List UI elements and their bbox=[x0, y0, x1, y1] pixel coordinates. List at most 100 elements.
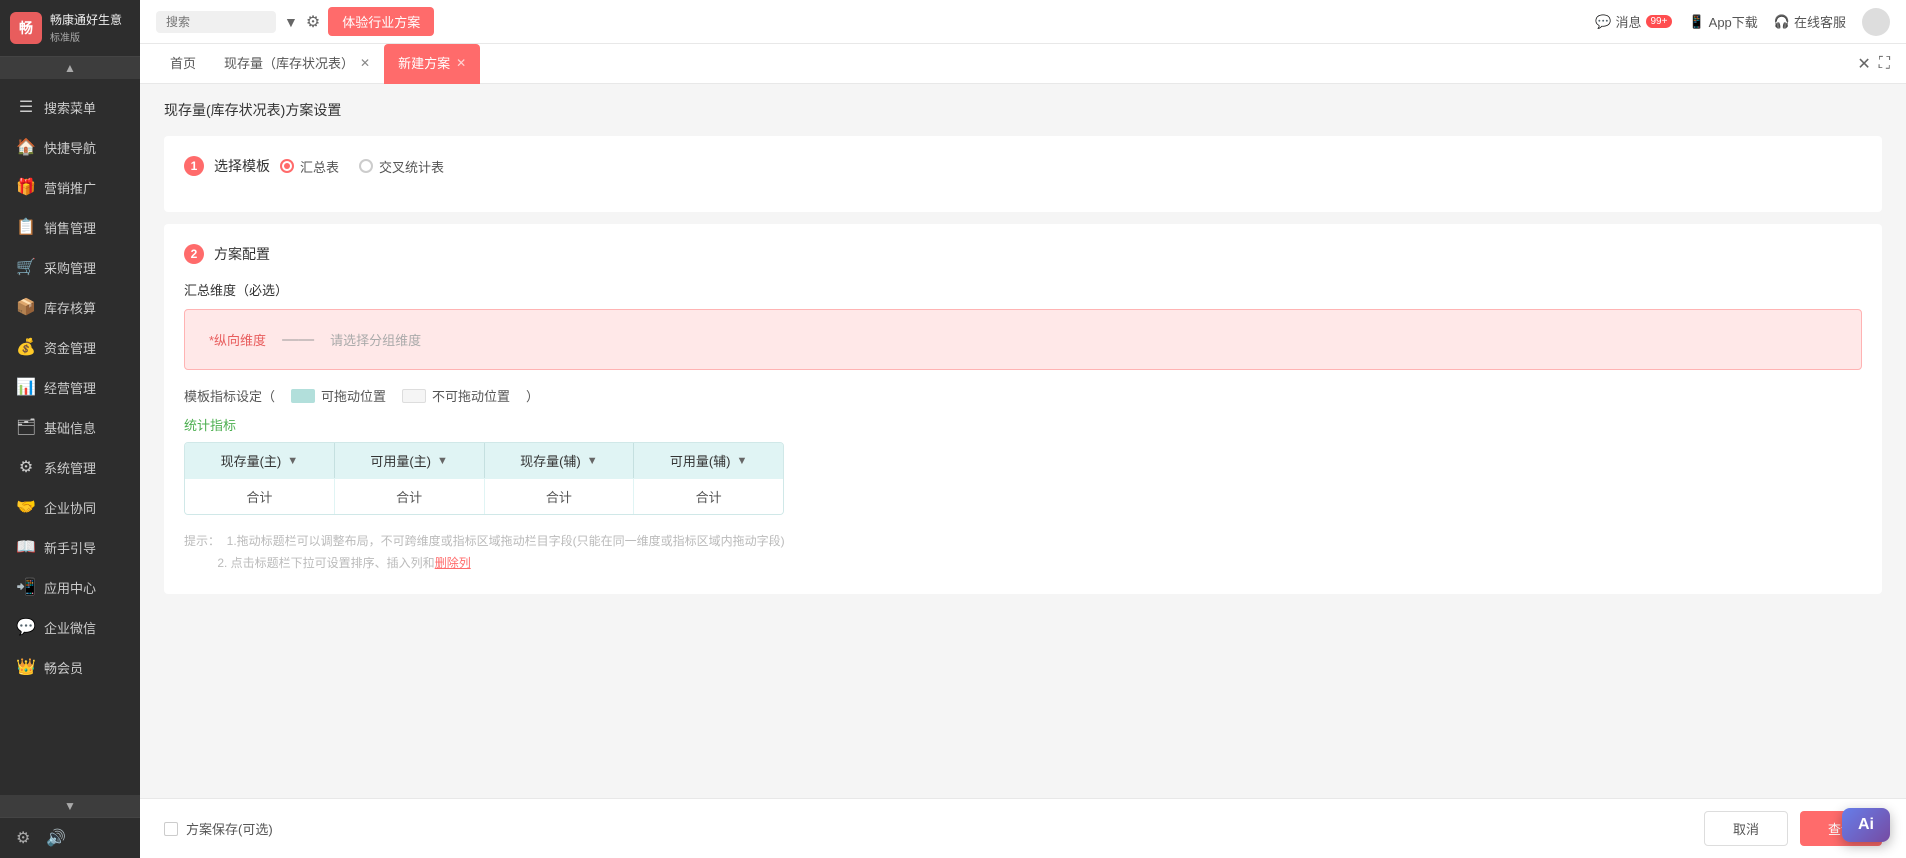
radio-summary[interactable]: 汇总表 bbox=[280, 157, 339, 176]
non-draggable-legend-box bbox=[402, 389, 426, 403]
save-option[interactable]: 方案保存(可选) bbox=[164, 819, 273, 838]
sidebar-label-member: 畅会员 bbox=[44, 658, 83, 677]
headset-icon: 🎧 bbox=[1774, 14, 1790, 30]
header-label-0: 现存量(主) bbox=[221, 451, 282, 470]
radio-summary-label: 汇总表 bbox=[300, 157, 339, 176]
section-choose-template: 1 选择模板 汇总表 交叉统计表 bbox=[164, 136, 1882, 212]
sidebar-item-system[interactable]: ⚙ 系统管理 bbox=[0, 447, 140, 487]
tab-inventory-status-close[interactable]: ✕ bbox=[360, 56, 370, 70]
help-footer-icon[interactable]: 🔊 bbox=[46, 828, 66, 848]
tab-home[interactable]: 首页 bbox=[156, 44, 210, 84]
cancel-button[interactable]: 取消 bbox=[1704, 811, 1788, 846]
sidebar-scroll-down[interactable]: ▼ bbox=[0, 795, 140, 817]
stats-table-row-0: 合计 合计 合计 合计 bbox=[185, 478, 783, 514]
tab-inventory-status-label: 现存量（库存状况表） bbox=[224, 53, 354, 72]
cell-0-3: 合计 bbox=[634, 479, 783, 514]
app-download-icon: 📱 bbox=[1688, 14, 1704, 30]
sidebar-label-system: 系统管理 bbox=[44, 458, 96, 477]
sidebar-item-basic-info[interactable]: 🗂 基础信息 bbox=[0, 407, 140, 447]
user-avatar[interactable] bbox=[1862, 8, 1890, 36]
header-dropdown-0[interactable]: ▼ bbox=[287, 455, 298, 467]
tips-section: 提示： 1.拖动标题栏可以调整布局，不可跨维度或指标区域拖动栏目字段(只能在同一… bbox=[184, 531, 1862, 574]
header-dropdown-2[interactable]: ▼ bbox=[587, 455, 598, 467]
section2-title: 方案配置 bbox=[214, 244, 270, 264]
sidebar-item-sales[interactable]: 📋 销售管理 bbox=[0, 207, 140, 247]
tab-new-plan-close[interactable]: ✕ bbox=[456, 56, 466, 70]
section1-title: 选择模板 bbox=[214, 156, 270, 176]
radio-cross[interactable]: 交叉统计表 bbox=[359, 157, 444, 176]
settings-footer-icon[interactable]: ⚙ bbox=[16, 828, 30, 848]
tab-close-button[interactable]: ✕ bbox=[1857, 54, 1870, 74]
topbar-left: ▼ ⚙ 体验行业方案 bbox=[156, 7, 434, 36]
sidebar-item-purchase[interactable]: 🛒 采购管理 bbox=[0, 247, 140, 287]
sidebar-logo: 畅 畅康通好生意 标准版 bbox=[0, 0, 140, 57]
trial-button[interactable]: 体验行业方案 bbox=[328, 7, 434, 36]
header-dropdown-1[interactable]: ▼ bbox=[437, 455, 448, 467]
tab-controls: ✕ ⛶ bbox=[1857, 54, 1890, 74]
header-cell-0[interactable]: 现存量(主) ▼ bbox=[185, 443, 335, 478]
sidebar-label-enterprise: 企业协同 bbox=[44, 498, 96, 517]
messages-button[interactable]: 💬 消息 99+ bbox=[1595, 12, 1672, 31]
guide-icon: 📖 bbox=[16, 537, 36, 557]
member-icon: 👑 bbox=[16, 657, 36, 677]
sidebar-item-quick-nav[interactable]: 🏠 快捷导航 bbox=[0, 127, 140, 167]
cell-0-1: 合计 bbox=[335, 479, 485, 514]
sidebar-item-inventory[interactable]: 📦 库存核算 bbox=[0, 287, 140, 327]
sales-icon: 📋 bbox=[16, 217, 36, 237]
sidebar: 畅 畅康通好生意 标准版 ▲ ☰ 搜索菜单 🏠 快捷导航 🎁 营销推广 📋 销售… bbox=[0, 0, 140, 858]
online-service-button[interactable]: 🎧 在线客服 bbox=[1774, 12, 1846, 31]
header-label-3: 可用量(辅) bbox=[670, 451, 731, 470]
header-cell-2[interactable]: 现存量(辅) ▼ bbox=[485, 443, 635, 478]
sidebar-label-quick-nav: 快捷导航 bbox=[44, 138, 96, 157]
tip-1: 2. 点击标题栏下拉可设置排序、插入列和删除列 bbox=[184, 553, 1862, 575]
tip-0: 提示： 1.拖动标题栏可以调整布局，不可跨维度或指标区域拖动栏目字段(只能在同一… bbox=[184, 531, 1862, 553]
sidebar-item-operations[interactable]: 📊 经营管理 bbox=[0, 367, 140, 407]
dimension-placeholder: 请选择分组维度 bbox=[330, 330, 421, 349]
sidebar-scroll-up[interactable]: ▲ bbox=[0, 57, 140, 79]
stats-label: 统计指标 bbox=[184, 415, 1862, 434]
gift-icon: 🎁 bbox=[16, 177, 36, 197]
sidebar-label-finance: 资金管理 bbox=[44, 338, 96, 357]
header-dropdown-3[interactable]: ▼ bbox=[737, 455, 748, 467]
sidebar-label-sales: 销售管理 bbox=[44, 218, 96, 237]
section2-number: 2 bbox=[184, 244, 204, 264]
search-input[interactable] bbox=[156, 11, 276, 33]
enterprise-icon: 🤝 bbox=[16, 497, 36, 517]
section2-header: 2 方案配置 bbox=[184, 244, 1862, 264]
sidebar-item-enterprise[interactable]: 🤝 企业协同 bbox=[0, 487, 140, 527]
app-download-button[interactable]: 📱 App下载 bbox=[1688, 12, 1757, 31]
header-label-1: 可用量(主) bbox=[370, 451, 431, 470]
indicator-legend-label: 模板指标设定（ bbox=[184, 386, 275, 405]
basic-info-icon: 🗂 bbox=[16, 417, 36, 437]
sidebar-label-app-center: 应用中心 bbox=[44, 578, 96, 597]
sidebar-footer: ⚙ 🔊 bbox=[0, 817, 140, 858]
sidebar-nav: ☰ 搜索菜单 🏠 快捷导航 🎁 营销推广 📋 销售管理 🛒 采购管理 📦 库存核… bbox=[0, 79, 140, 795]
sidebar-label-operations: 经营管理 bbox=[44, 378, 96, 397]
radio-cross-label: 交叉统计表 bbox=[379, 157, 444, 176]
header-cell-3[interactable]: 可用量(辅) ▼ bbox=[634, 443, 783, 478]
sidebar-item-marketing[interactable]: 🎁 营销推广 bbox=[0, 167, 140, 207]
system-icon: ⚙ bbox=[16, 457, 36, 477]
topbar-dropdown-button[interactable]: ▼ bbox=[284, 14, 298, 30]
sidebar-item-finance[interactable]: 💰 资金管理 bbox=[0, 327, 140, 367]
header-cell-1[interactable]: 可用量(主) ▼ bbox=[335, 443, 485, 478]
ai-button[interactable]: Ai bbox=[1842, 808, 1890, 842]
sidebar-label-purchase: 采购管理 bbox=[44, 258, 96, 277]
sidebar-item-member[interactable]: 👑 畅会员 bbox=[0, 647, 140, 687]
tab-new-plan[interactable]: 新建方案 ✕ bbox=[384, 44, 480, 84]
tab-inventory-status[interactable]: 现存量（库存状况表） ✕ bbox=[210, 44, 384, 84]
stats-table: 现存量(主) ▼ 可用量(主) ▼ 现存量(辅) ▼ 可用量(辅) ▼ bbox=[184, 442, 784, 515]
delete-col-link[interactable]: 删除列 bbox=[435, 556, 471, 570]
tab-expand-button[interactable]: ⛶ bbox=[1879, 54, 1890, 74]
sidebar-item-app-center[interactable]: 📲 应用中心 bbox=[0, 567, 140, 607]
dimension-area[interactable]: *纵向维度 —— 请选择分组维度 bbox=[184, 309, 1862, 370]
home-icon: 🏠 bbox=[16, 137, 36, 157]
sidebar-item-new-guide[interactable]: 📖 新手引导 bbox=[0, 527, 140, 567]
page-content: 现存量(库存状况表)方案设置 1 选择模板 汇总表 交叉统计表 bbox=[140, 84, 1906, 798]
radio-dot-cross bbox=[359, 159, 373, 173]
sidebar-item-search-menu[interactable]: ☰ 搜索菜单 bbox=[0, 87, 140, 127]
legend-non-draggable: 不可拖动位置 bbox=[402, 386, 510, 405]
save-checkbox[interactable] bbox=[164, 822, 178, 836]
sidebar-item-enterprise-wechat[interactable]: 💬 企业微信 bbox=[0, 607, 140, 647]
topbar-settings-icon[interactable]: ⚙ bbox=[306, 12, 320, 32]
